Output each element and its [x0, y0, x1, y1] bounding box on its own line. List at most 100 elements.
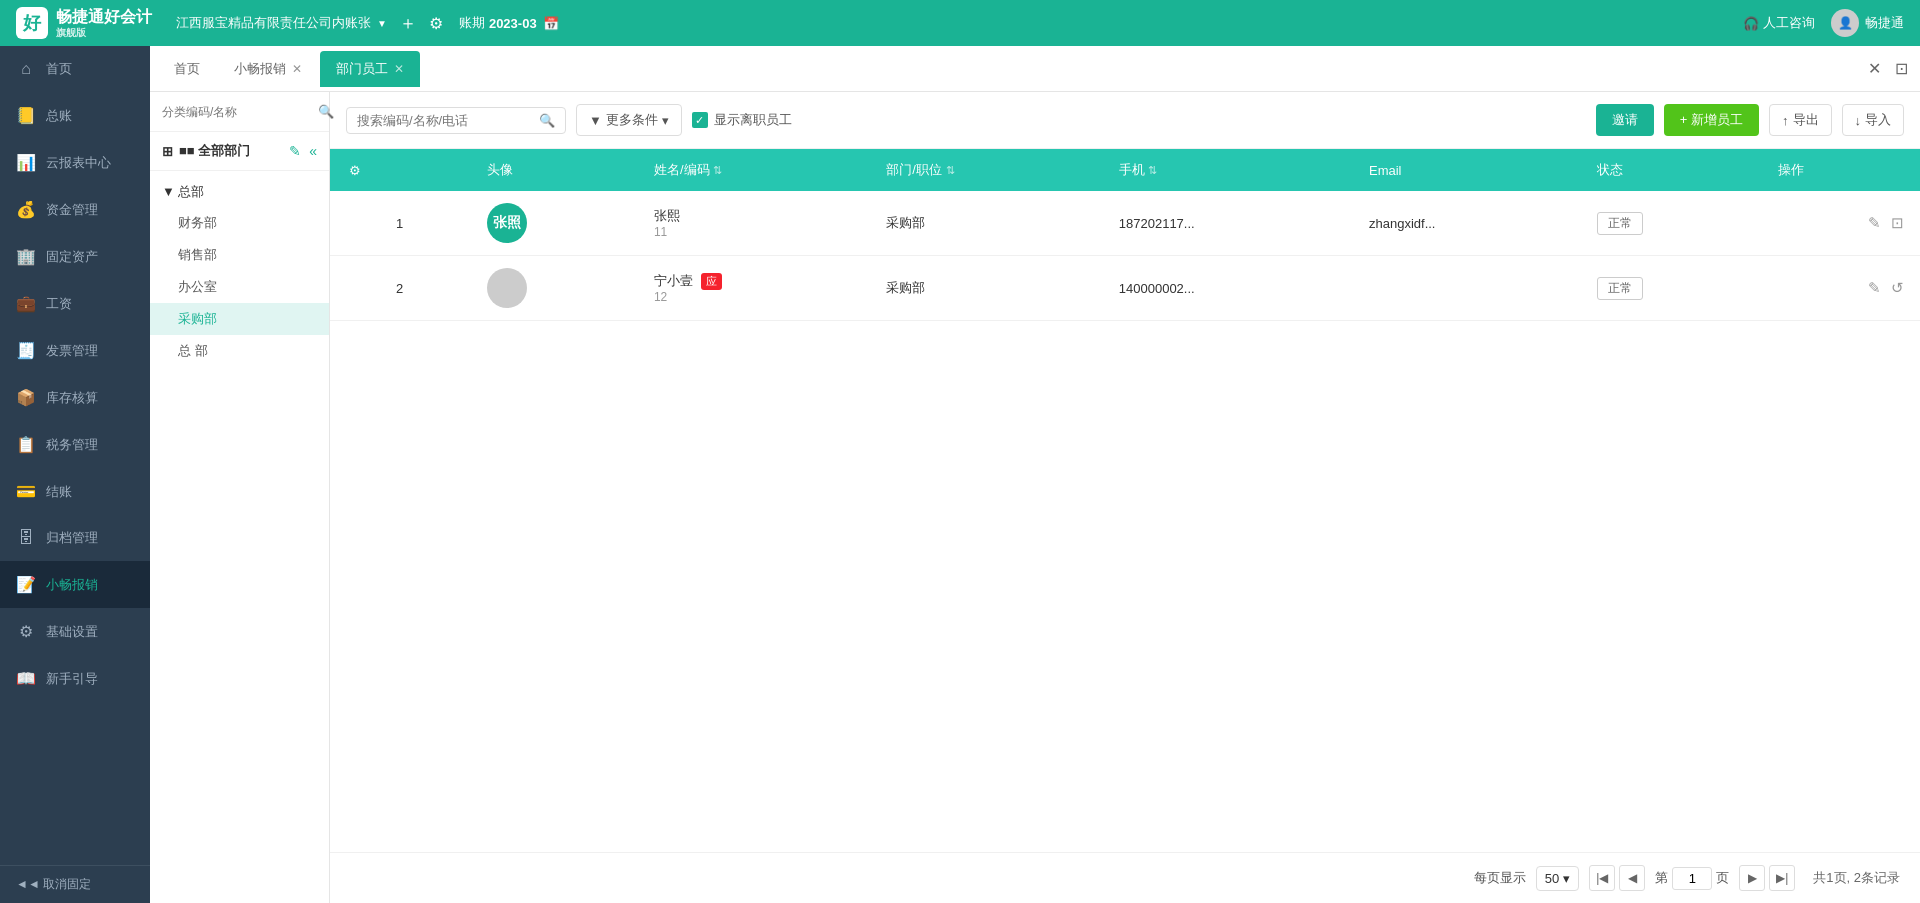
sort-name-icon: ⇅	[713, 164, 722, 176]
sidebar-label-guide: 新手引导	[46, 670, 98, 688]
dept-group-hq[interactable]: ▼ 总部	[150, 177, 329, 207]
sidebar-label-tax: 税务管理	[46, 436, 98, 454]
next-page-button[interactable]: ▶	[1739, 865, 1765, 891]
edit-button[interactable]: ✎	[1868, 279, 1881, 297]
total-info: 共1页, 2条记录	[1813, 869, 1900, 887]
table-row: 1 张照 张熙 11 采购部	[330, 191, 1920, 256]
tab-dept-close[interactable]: ✕	[394, 62, 404, 76]
sidebar-label-reports: 云报表中心	[46, 154, 111, 172]
dept-item-office[interactable]: 办公室	[150, 271, 329, 303]
refresh-button[interactable]: ↺	[1891, 279, 1904, 297]
checkbox-icon: ✓	[692, 112, 708, 128]
tab-dept-employee[interactable]: 部门员工 ✕	[320, 51, 420, 87]
sidebar-item-fund[interactable]: 💰 资金管理	[0, 186, 150, 233]
close-tab-button[interactable]: ✕	[1864, 55, 1885, 82]
row2-avatar	[471, 256, 638, 321]
pagination: 每页显示 50 ▾ |◀ ◀ 第 页 ▶	[330, 852, 1920, 903]
sidebar-item-fixed-assets[interactable]: 🏢 固定资产	[0, 233, 150, 280]
sidebar-item-archive[interactable]: 🗄 归档管理	[0, 515, 150, 561]
export-button[interactable]: ↑ 导出	[1769, 104, 1832, 136]
tab-expense-close[interactable]: ✕	[292, 62, 302, 76]
more-conditions-label: 更多条件	[606, 111, 658, 129]
avatar: 张照	[487, 203, 527, 243]
support-button[interactable]: 🎧 人工咨询	[1743, 14, 1815, 32]
import-button[interactable]: ↓ 导入	[1842, 104, 1905, 136]
th-status: 状态	[1581, 149, 1762, 191]
fullscreen-button[interactable]: ⊡	[1891, 55, 1912, 82]
sidebar-item-inventory[interactable]: 📦 库存核算	[0, 374, 150, 421]
first-page-button[interactable]: |◀	[1589, 865, 1615, 891]
dept-item-finance[interactable]: 财务部	[150, 207, 329, 239]
th-settings[interactable]: ⚙	[330, 149, 380, 191]
period-value: 2023-03	[489, 16, 537, 31]
tab-home[interactable]: 首页	[158, 51, 216, 87]
dept-item-sales[interactable]: 销售部	[150, 239, 329, 271]
sidebar-label-general-ledger: 总账	[46, 107, 72, 125]
dept-item-general-hq[interactable]: 总 部	[150, 335, 329, 367]
per-page-select[interactable]: 50 ▾	[1536, 866, 1579, 891]
sidebar-label-archive: 归档管理	[46, 529, 98, 547]
edit-button[interactable]: ✎	[1868, 214, 1881, 232]
logo-text: 畅捷通好会计	[56, 7, 152, 28]
sidebar-item-reports[interactable]: 📊 云报表中心	[0, 139, 150, 186]
logo-area: 好 畅捷通好会计 旗舰版	[16, 7, 156, 40]
collapse-button[interactable]: «	[309, 143, 317, 159]
dept-item-procurement[interactable]: 采购部	[150, 303, 329, 335]
all-dept-label[interactable]: ⊞ ■■ 全部部门	[162, 142, 250, 160]
home-icon: ⌂	[16, 60, 36, 78]
sidebar-label-settings: 基础设置	[46, 623, 98, 641]
th-dept-position[interactable]: 部门/职位 ⇅	[870, 149, 1102, 191]
sidebar-label-expense: 小畅报销	[46, 576, 98, 594]
sidebar-item-settlement[interactable]: 💳 结账	[0, 468, 150, 515]
sidebar-item-guide[interactable]: 📖 新手引导	[0, 655, 150, 702]
tab-expense[interactable]: 小畅报销 ✕	[218, 51, 318, 87]
row1-settings	[330, 191, 380, 256]
row1-name-code: 张熙 11	[638, 191, 870, 256]
row2-settings	[330, 256, 380, 321]
prev-page-button[interactable]: ◀	[1619, 865, 1645, 891]
show-resigned-toggle[interactable]: ✓ 显示离职员工	[692, 111, 792, 129]
page-content: 🔍 ⊞ ■■ 全部部门 ✎ « ▼ 总部 财务部 销售部 办公	[150, 92, 1920, 903]
filter-icon: ▼	[589, 113, 602, 128]
settings-icon-sidebar: ⚙	[16, 622, 36, 641]
last-page-button[interactable]: ▶|	[1769, 865, 1795, 891]
add-dept-button[interactable]: ✎	[289, 143, 301, 159]
company-selector[interactable]: 江西服宝精品有限责任公司内账张 ▼	[176, 14, 387, 32]
settings-icon[interactable]: ⚙	[429, 14, 443, 33]
dept-search-input[interactable]	[162, 105, 312, 119]
sidebar-item-settings[interactable]: ⚙ 基础设置	[0, 608, 150, 655]
leave-button[interactable]: ⊡	[1891, 214, 1904, 232]
name-code-cell: 张熙 11	[654, 207, 854, 239]
logo-sub: 旗舰版	[56, 26, 152, 40]
page-number-input[interactable]	[1672, 867, 1712, 890]
search-icon[interactable]: 🔍	[539, 113, 555, 128]
sidebar-item-general-ledger[interactable]: 📒 总账	[0, 92, 150, 139]
row2-index: 2	[380, 256, 471, 321]
add-employee-button[interactable]: + 新增员工	[1664, 104, 1759, 136]
sidebar-item-tax[interactable]: 📋 税务管理	[0, 421, 150, 468]
sidebar-item-expense[interactable]: 📝 小畅报销	[0, 561, 150, 608]
dept-tree: 🔍 ⊞ ■■ 全部部门 ✎ « ▼ 总部 财务部 销售部 办公	[150, 92, 330, 903]
row2-name-code: 宁小壹 应 12	[638, 256, 870, 321]
th-phone[interactable]: 手机 ⇅	[1103, 149, 1353, 191]
sidebar-item-salary[interactable]: 💼 工资	[0, 280, 150, 327]
employee-name: 张熙	[654, 207, 854, 225]
action-icons: ✎ ⊡	[1778, 214, 1904, 232]
add-employee-label: + 新增员工	[1680, 111, 1743, 129]
calendar-icon[interactable]: 📅	[543, 16, 559, 31]
per-page-value: 50	[1545, 871, 1559, 886]
th-name-code[interactable]: 姓名/编码 ⇅	[638, 149, 870, 191]
logo-text-area: 畅捷通好会计 旗舰版	[56, 7, 152, 40]
invite-button[interactable]: 邀请	[1596, 104, 1654, 136]
sidebar-item-invoice[interactable]: 🧾 发票管理	[0, 327, 150, 374]
sidebar-item-home[interactable]: ⌂ 首页	[0, 46, 150, 92]
employee-code: 11	[654, 225, 854, 239]
tab-expense-label: 小畅报销	[234, 60, 286, 78]
more-conditions-button[interactable]: ▼ 更多条件 ▾	[576, 104, 682, 136]
user-info[interactable]: 👤 畅捷通	[1831, 9, 1904, 37]
cancel-fixed-button[interactable]: ◄◄ 取消固定	[0, 865, 150, 903]
add-company-button[interactable]: ＋	[399, 11, 417, 35]
employee-search-input[interactable]	[357, 113, 533, 128]
sidebar-label-fund: 资金管理	[46, 201, 98, 219]
tab-bar-actions: ✕ ⊡	[1864, 55, 1912, 82]
